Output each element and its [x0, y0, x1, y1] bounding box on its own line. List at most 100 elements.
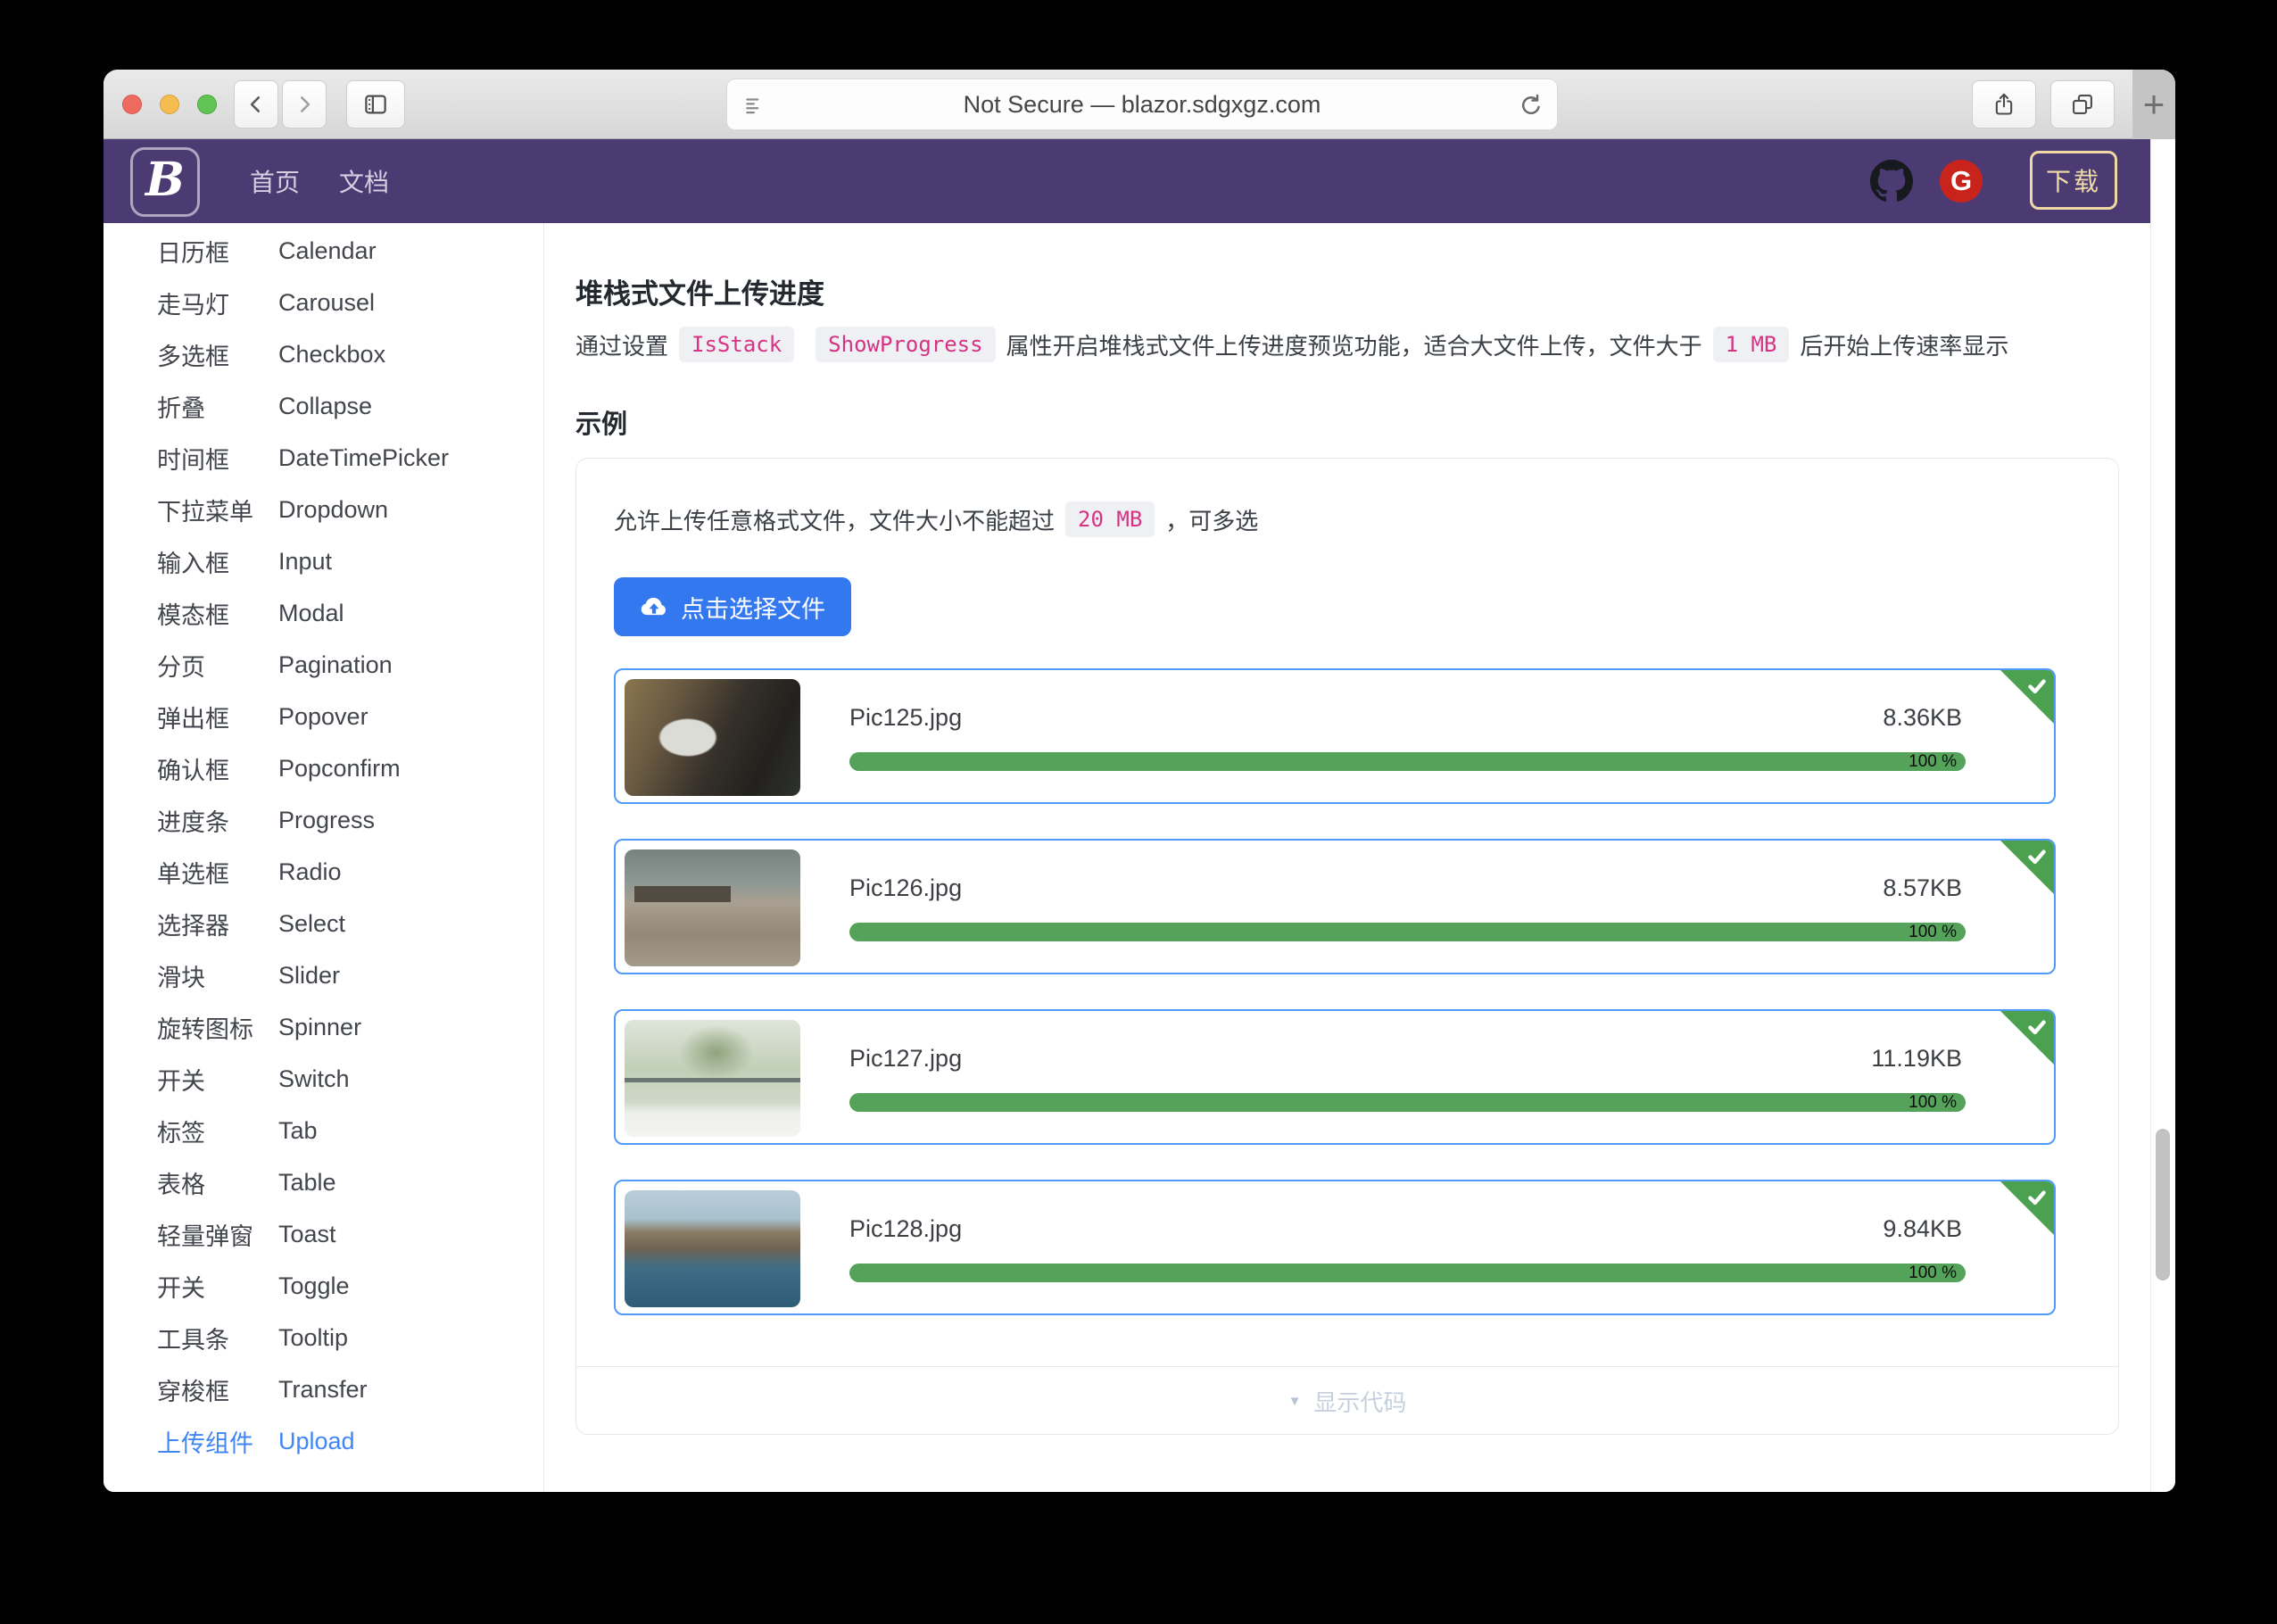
sidebar-item-zh-label: 开关 — [157, 1062, 278, 1097]
sidebar-item-slider[interactable]: 滑块Slider — [104, 949, 543, 1001]
sidebar-item-collapse[interactable]: 折叠Collapse — [104, 380, 543, 432]
site-header: B 首页 文档 G 下载 — [104, 139, 2150, 223]
brand-logo[interactable]: B — [130, 147, 200, 217]
sidebar-item-en-label: DateTimePicker — [278, 444, 449, 472]
sidebar-item-transfer[interactable]: 穿梭框Transfer — [104, 1363, 543, 1415]
tab-overview-button[interactable] — [2050, 80, 2115, 128]
sidebar-item-calendar[interactable]: 日历框Calendar — [104, 225, 543, 277]
chevron-down-icon: ▼ — [1288, 1394, 1302, 1409]
select-files-button[interactable]: 点击选择文件 — [614, 577, 851, 636]
tab-overview-icon — [2070, 92, 2095, 117]
sidebar-item-en-label: Transfer — [278, 1376, 368, 1404]
show-code-toggle[interactable]: ▼ 显示代码 — [576, 1366, 2118, 1436]
sidebar-item-zh-label: 多选框 — [157, 337, 278, 372]
upload-success-badge — [1999, 1009, 2056, 1066]
sidebar-item-switch[interactable]: 开关Switch — [104, 1053, 543, 1105]
sidebar-item-en-label: Dropdown — [278, 496, 388, 524]
sidebar-item-en-label: Modal — [278, 600, 344, 627]
file-size: 11.19KB — [1871, 1045, 1962, 1073]
sidebar-item-checkbox[interactable]: 多选框Checkbox — [104, 328, 543, 380]
sidebar-item-zh-label: 走马灯 — [157, 286, 278, 320]
sidebar-item-table[interactable]: 表格Table — [104, 1156, 543, 1208]
back-button[interactable] — [234, 80, 278, 128]
share-button[interactable] — [1972, 80, 2036, 128]
sidebar-item-en-label: Checkbox — [278, 341, 385, 369]
nav-item-home[interactable]: 首页 — [250, 139, 300, 223]
description-middle: 属性开启堆栈式文件上传进度预览功能，适合大文件上传，文件大于 — [1006, 328, 1702, 361]
sidebar-item-en-label: Toggle — [278, 1272, 350, 1300]
progress-bar: 100 % — [849, 1093, 1966, 1112]
hint-post: ，可多选 — [1165, 503, 1258, 536]
file-size: 9.84KB — [1883, 1215, 1962, 1243]
nav-item-docs[interactable]: 文档 — [339, 139, 389, 223]
sidebar-item-spinner[interactable]: 旋转图标Spinner — [104, 1001, 543, 1053]
forward-button[interactable] — [282, 80, 327, 128]
download-button[interactable]: 下载 — [2030, 151, 2117, 210]
sidebar-item-radio[interactable]: 单选框Radio — [104, 846, 543, 898]
browser-window: Not Secure — blazor.sdgxgz.com + — [104, 70, 2175, 1492]
sidebar-item-zh-label: 时间框 — [157, 441, 278, 476]
sidebar-toggle-button[interactable] — [346, 80, 405, 128]
sidebar-item-progress[interactable]: 进度条Progress — [104, 794, 543, 846]
description-lead: 通过设置 — [575, 328, 668, 361]
description-tail: 后开始上传速率显示 — [1800, 328, 2008, 361]
zoom-window-button[interactable] — [197, 95, 217, 114]
reload-icon[interactable] — [1518, 92, 1544, 119]
sidebar-item-popconfirm[interactable]: 确认框Popconfirm — [104, 742, 543, 794]
sidebar-item-zh-label: 日历框 — [157, 234, 278, 269]
sidebar-item-en-label: Radio — [278, 858, 342, 886]
forward-chevron-icon — [293, 93, 316, 116]
sidebar-item-tooltip[interactable]: 工具条Tooltip — [104, 1312, 543, 1363]
sidebar-item-modal[interactable]: 模态框Modal — [104, 587, 543, 639]
address-bar[interactable]: Not Secure — blazor.sdgxgz.com — [726, 79, 1558, 130]
upload-success-badge — [1999, 668, 2056, 725]
sidebar-item-en-label: Spinner — [278, 1014, 361, 1041]
gitee-icon[interactable]: G — [1940, 160, 1983, 203]
sidebar-item-select[interactable]: 选择器Select — [104, 898, 543, 949]
scrollbar-thumb[interactable] — [2156, 1129, 2170, 1280]
check-icon — [2025, 845, 2049, 868]
hint-pre: 允许上传任意格式文件，文件大小不能超过 — [614, 503, 1055, 536]
file-thumbnail-laptop-workspace — [625, 679, 800, 796]
brand-logo-letter: B — [145, 153, 185, 207]
sidebar-item-zh-label: 折叠 — [157, 389, 278, 424]
sidebar-item-dropdown[interactable]: 下拉菜单Dropdown — [104, 484, 543, 535]
sidebar-item-en-label: Popconfirm — [278, 755, 401, 783]
sidebar-item-tab[interactable]: 标签Tab — [104, 1105, 543, 1156]
check-icon — [2025, 1186, 2049, 1209]
sidebar-item-toast[interactable]: 轻量弹窗Toast — [104, 1208, 543, 1260]
sidebar-item-zh-label: 轻量弹窗 — [157, 1217, 278, 1252]
sidebar-item-input[interactable]: 输入框Input — [104, 535, 543, 587]
upload-success-badge — [1999, 839, 2056, 896]
sidebar-item-upload[interactable]: 上传组件Upload — [104, 1415, 543, 1467]
close-window-button[interactable] — [122, 95, 142, 114]
code-badge-1mb: 1 MB — [1713, 327, 1790, 362]
sidebar-item-pagination[interactable]: 分页Pagination — [104, 639, 543, 691]
sidebar-item-toggle[interactable]: 开关Toggle — [104, 1260, 543, 1312]
sidebar-item-en-label: Upload — [278, 1428, 355, 1455]
upload-file-list: Pic125.jpg8.36KB100 %Pic126.jpg8.57KB100… — [614, 668, 2056, 1350]
sidebar-item-popover[interactable]: 弹出框Popover — [104, 691, 543, 742]
sidebar-item-zh-label: 标签 — [157, 1114, 278, 1148]
main-content: 堆栈式文件上传进度 通过设置 IsStack ShowProgress 属性开启… — [544, 223, 2150, 1492]
sidebar-item-carousel[interactable]: 走马灯Carousel — [104, 277, 543, 328]
progress-label: 100 % — [1909, 1264, 1957, 1283]
sidebar-item-en-label: Calendar — [278, 237, 377, 265]
sidebar-item-en-label: Collapse — [278, 393, 372, 420]
new-tab-button[interactable]: + — [2132, 70, 2175, 139]
sidebar-item-zh-label: 进度条 — [157, 803, 278, 838]
component-sidebar: 日历框Calendar走马灯Carousel多选框Checkbox折叠Colla… — [104, 223, 544, 1492]
sidebar-item-zh-label: 确认框 — [157, 751, 278, 786]
progress-label: 100 % — [1909, 923, 1957, 942]
sidebar-item-zh-label: 表格 — [157, 1165, 278, 1200]
show-code-label: 显示代码 — [1313, 1385, 1406, 1418]
github-icon[interactable] — [1870, 160, 1913, 203]
page-area: B 首页 文档 G 下载 日历框Calendar走马灯Carousel多选框Ch… — [104, 139, 2175, 1492]
minimize-window-button[interactable] — [160, 95, 179, 114]
progress-bar: 100 % — [849, 923, 1966, 941]
sidebar-item-zh-label: 选择器 — [157, 907, 278, 941]
sidebar-item-en-label: Tab — [278, 1117, 318, 1145]
sidebar-item-datetimepicker[interactable]: 时间框DateTimePicker — [104, 432, 543, 484]
file-thumbnail-dock-bench-water — [625, 849, 800, 966]
sidebar-item-en-label: Select — [278, 910, 345, 938]
